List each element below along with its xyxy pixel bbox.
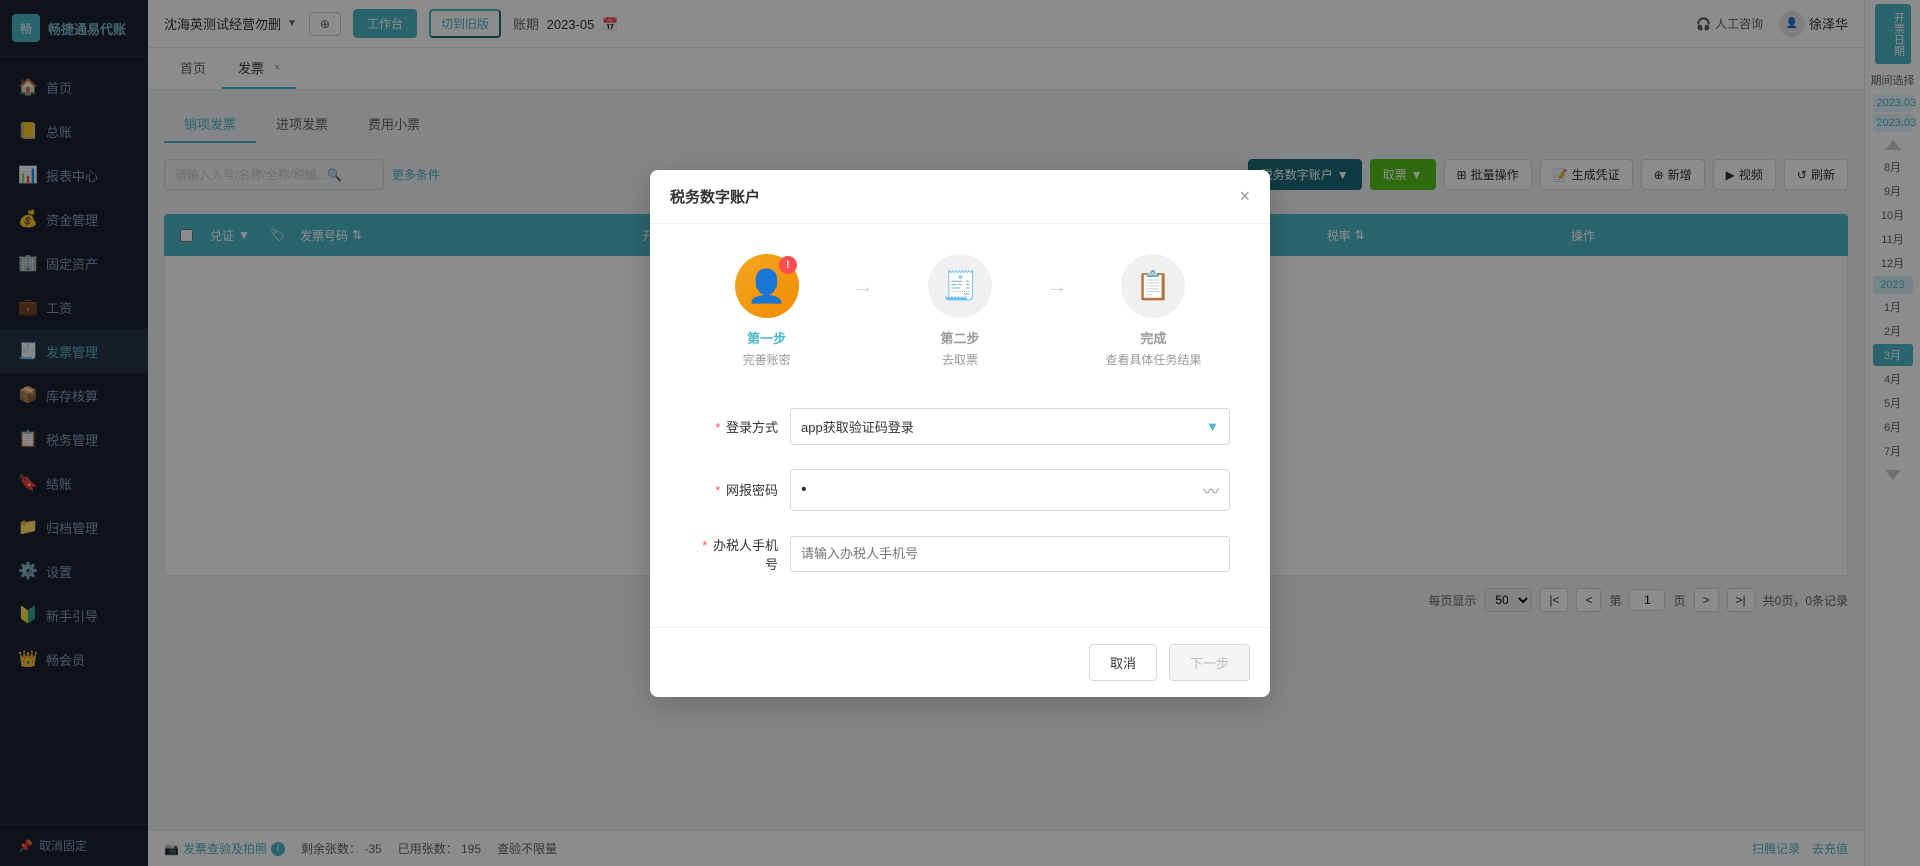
step2-icon-wrap: 🧾 — [928, 254, 992, 318]
step1-badge: ! — [779, 256, 797, 274]
login-method-value: app获取验证码登录 — [801, 417, 914, 436]
cancel-button[interactable]: 取消 — [1089, 644, 1157, 681]
step2-icon: 🧾 — [943, 269, 978, 302]
step1-sublabel: 完善账密 — [743, 351, 791, 368]
step3-label: 完成 — [1140, 328, 1166, 347]
steps-row: 👤 ! 第一步 完善账密 → 🧾 第二步 去取票 → — [690, 254, 1230, 368]
phone-label: * 办税人手机号 — [690, 535, 790, 573]
phone-input[interactable] — [801, 546, 1219, 561]
password-toggle-icon[interactable]: 〰 — [1203, 478, 1219, 502]
step3-icon: 📋 — [1136, 269, 1171, 302]
login-method-select[interactable]: app获取验证码登录 ▼ — [790, 408, 1230, 445]
step-3: 📋 完成 查看具体任务结果 — [1077, 254, 1230, 368]
step1-icon: 👤 — [747, 267, 787, 305]
arrow-1: → — [843, 254, 883, 299]
next-button[interactable]: 下一步 — [1169, 644, 1250, 681]
modal: 税务数字账户 × 👤 ! 第一步 完善账密 → — [650, 170, 1270, 697]
password-dot: • — [801, 481, 807, 499]
step1-label: 第一步 — [747, 328, 786, 347]
modal-body: 👤 ! 第一步 完善账密 → 🧾 第二步 去取票 → — [650, 224, 1270, 627]
modal-close-button[interactable]: × — [1239, 187, 1250, 205]
password-input[interactable]: • 〰 — [790, 469, 1230, 511]
modal-footer: 取消 下一步 — [650, 627, 1270, 697]
step2-label: 第二步 — [940, 328, 979, 347]
step-2: 🧾 第二步 去取票 — [883, 254, 1036, 368]
modal-header: 税务数字账户 × — [650, 170, 1270, 224]
password-label: * 网报密码 — [690, 480, 790, 499]
phone-row: * 办税人手机号 — [690, 535, 1230, 573]
step2-sublabel: 去取票 — [942, 351, 978, 368]
step3-icon-wrap: 📋 — [1121, 254, 1185, 318]
phone-input-wrap[interactable] — [790, 536, 1230, 572]
modal-overlay: 税务数字账户 × 👤 ! 第一步 完善账密 → — [0, 0, 1920, 866]
login-method-row: * 登录方式 app获取验证码登录 ▼ — [690, 408, 1230, 445]
arrow-2: → — [1037, 254, 1077, 299]
modal-title: 税务数字账户 — [670, 186, 760, 207]
step1-icon-wrap: 👤 ! — [735, 254, 799, 318]
step3-sublabel: 查看具体任务结果 — [1105, 351, 1201, 368]
step-1: 👤 ! 第一步 完善账密 — [690, 254, 843, 368]
login-method-label: * 登录方式 — [690, 417, 790, 436]
select-arrow-icon: ▼ — [1206, 419, 1219, 434]
password-row: * 网报密码 • 〰 — [690, 469, 1230, 511]
